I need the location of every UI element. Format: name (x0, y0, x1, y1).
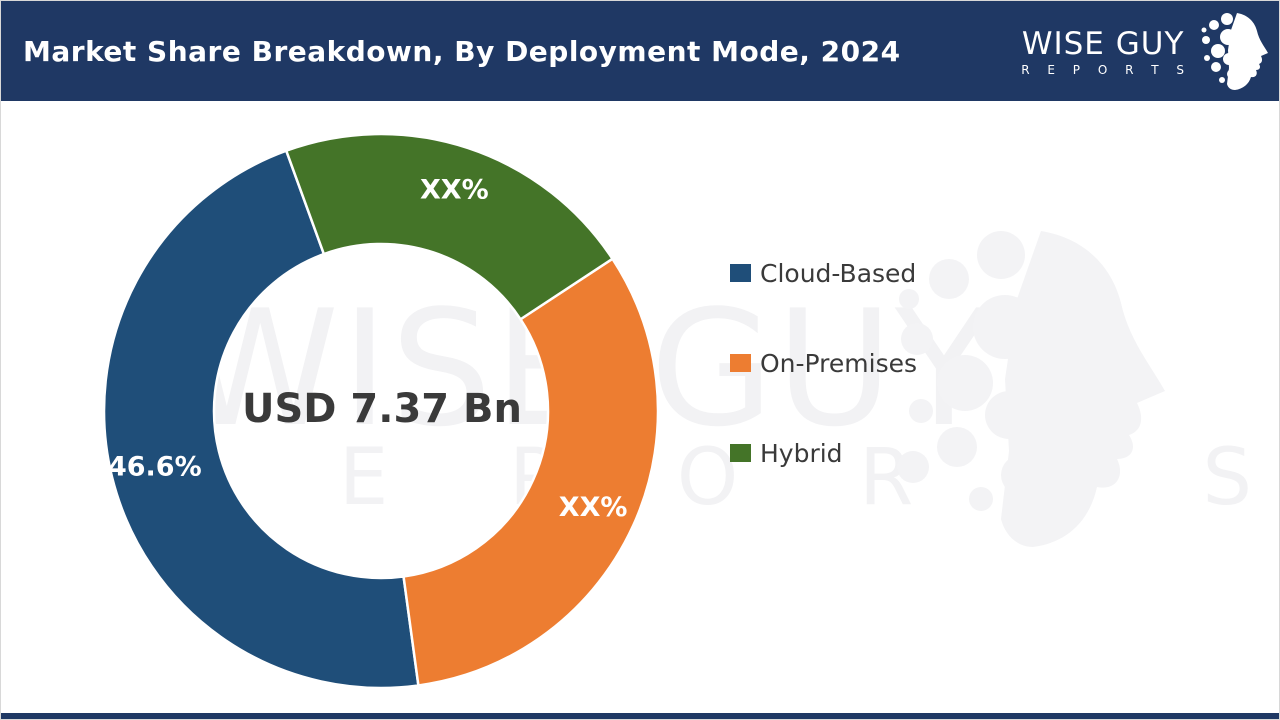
header: Market Share Breakdown, By Deployment Mo… (1, 1, 1279, 101)
segment-value-label-cloud-based: 46.6% (108, 451, 202, 482)
logo-wiseguy-text: WISE GUY (1021, 25, 1185, 62)
legend-label-cloud-based: Cloud-Based (760, 258, 917, 288)
legend-swatch-on-premises (730, 354, 751, 372)
logo-text: WISE GUY R E P O R T S (1015, 27, 1191, 77)
legend-item-cloud-based: Cloud-Based (730, 258, 917, 288)
legend: Cloud-Based On-Premises Hybrid (730, 258, 917, 528)
segment-value-label-hybrid: XX% (420, 174, 489, 205)
footer-accent-bar (1, 713, 1279, 719)
donut-segment-hybrid (285, 132, 614, 321)
legend-item-on-premises: On-Premises (730, 348, 917, 378)
watermark-head-icon (897, 231, 1165, 547)
legend-swatch-cloud-based (730, 264, 751, 282)
legend-swatch-hybrid (730, 444, 751, 462)
legend-label-hybrid: Hybrid (760, 438, 843, 468)
legend-item-hybrid: Hybrid (730, 438, 917, 468)
chart-area: WISE GUY R E P O R T S 46.6% XX% XX% USD 7… (1, 101, 1279, 715)
center-value-label: USD 7.37 Bn (242, 386, 522, 432)
wise-guy-logo: WISE GUY R E P O R T S (1015, 1, 1269, 101)
logo-head-icon (1201, 13, 1268, 90)
donut-segment-on-premises (402, 257, 660, 687)
segment-value-label-on-premises: XX% (559, 492, 628, 523)
logo-reports-text: R E P O R T S (1021, 62, 1191, 77)
page-title: Market Share Breakdown, By Deployment Mo… (23, 34, 901, 68)
legend-label-on-premises: On-Premises (760, 348, 918, 378)
report-page: Market Share Breakdown, By Deployment Mo… (0, 0, 1280, 720)
